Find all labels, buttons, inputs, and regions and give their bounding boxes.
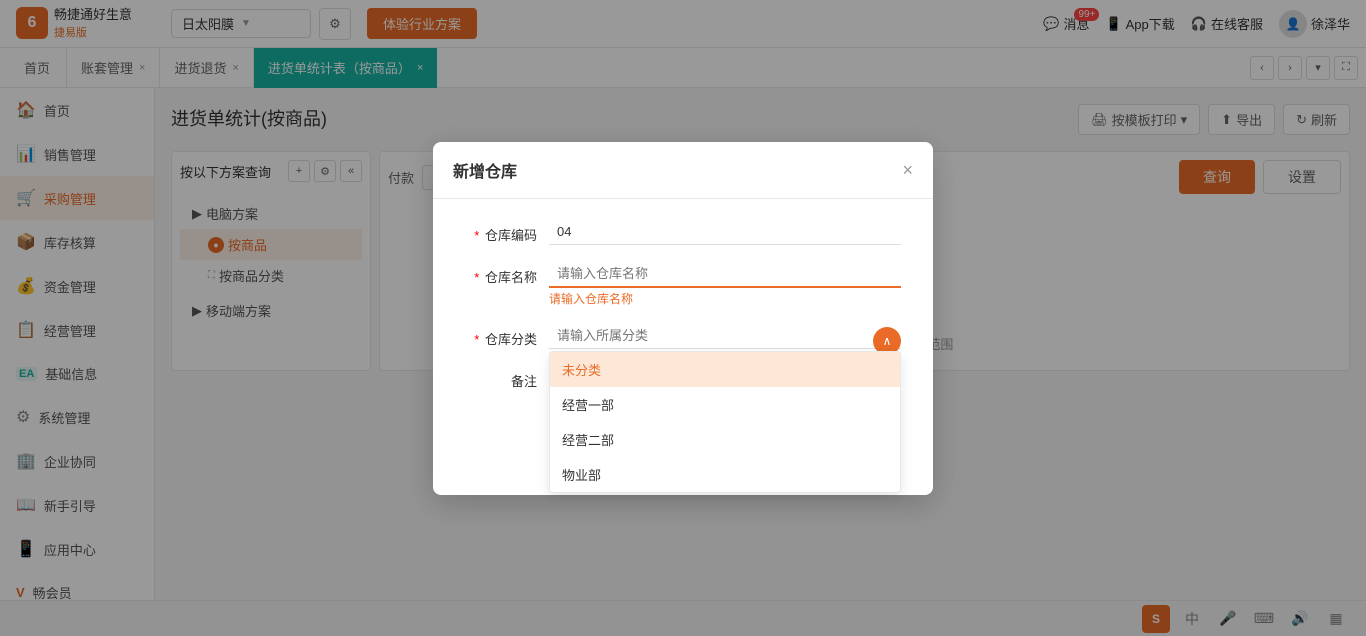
dialog-header: 新增仓库 × — [433, 142, 933, 199]
warehouse-code-input[interactable] — [549, 219, 901, 245]
warehouse-name-label: * 仓库名称 — [465, 261, 537, 286]
warehouse-category-label: * 仓库分类 — [465, 323, 537, 348]
warehouse-name-error: 请输入仓库名称 — [549, 290, 901, 307]
dropdown-option-3[interactable]: 物业部 — [550, 457, 900, 492]
warehouse-code-field — [549, 219, 901, 245]
dialog-overlay: 新增仓库 × * 仓库编码 * 仓库名称 — [0, 0, 1366, 636]
dropdown-option-1[interactable]: 经营一部 — [550, 387, 900, 422]
warehouse-name-row: * 仓库名称 请输入仓库名称 — [465, 261, 901, 307]
warehouse-category-input[interactable] — [549, 323, 901, 349]
warehouse-code-label: * 仓库编码 — [465, 219, 537, 244]
dropdown-option-0[interactable]: 未分类 — [550, 352, 900, 387]
warehouse-name-input[interactable] — [549, 261, 901, 288]
required-star-code: * — [474, 228, 479, 243]
required-star-category: * — [474, 332, 479, 347]
dialog-body: * 仓库编码 * 仓库名称 请输入仓库名称 — [433, 199, 933, 427]
warehouse-name-field: 请输入仓库名称 — [549, 261, 901, 307]
warehouse-code-row: * 仓库编码 — [465, 219, 901, 245]
dialog-title: 新增仓库 — [453, 158, 517, 182]
category-dropdown-list: 未分类 经营一部 经营二部 物业部 — [549, 351, 901, 493]
warehouse-note-label: 备注 — [465, 365, 537, 390]
warehouse-category-row: * 仓库分类 ∧ 未分类 经营一部 经营二部 物业部 — [465, 323, 901, 349]
dialog-close-button[interactable]: × — [902, 161, 913, 179]
dropdown-option-2[interactable]: 经营二部 — [550, 422, 900, 457]
required-star-name: * — [474, 270, 479, 285]
category-select-wrapper: ∧ — [549, 323, 901, 349]
new-warehouse-dialog: 新增仓库 × * 仓库编码 * 仓库名称 — [433, 142, 933, 495]
warehouse-category-field: ∧ 未分类 经营一部 经营二部 物业部 — [549, 323, 901, 349]
